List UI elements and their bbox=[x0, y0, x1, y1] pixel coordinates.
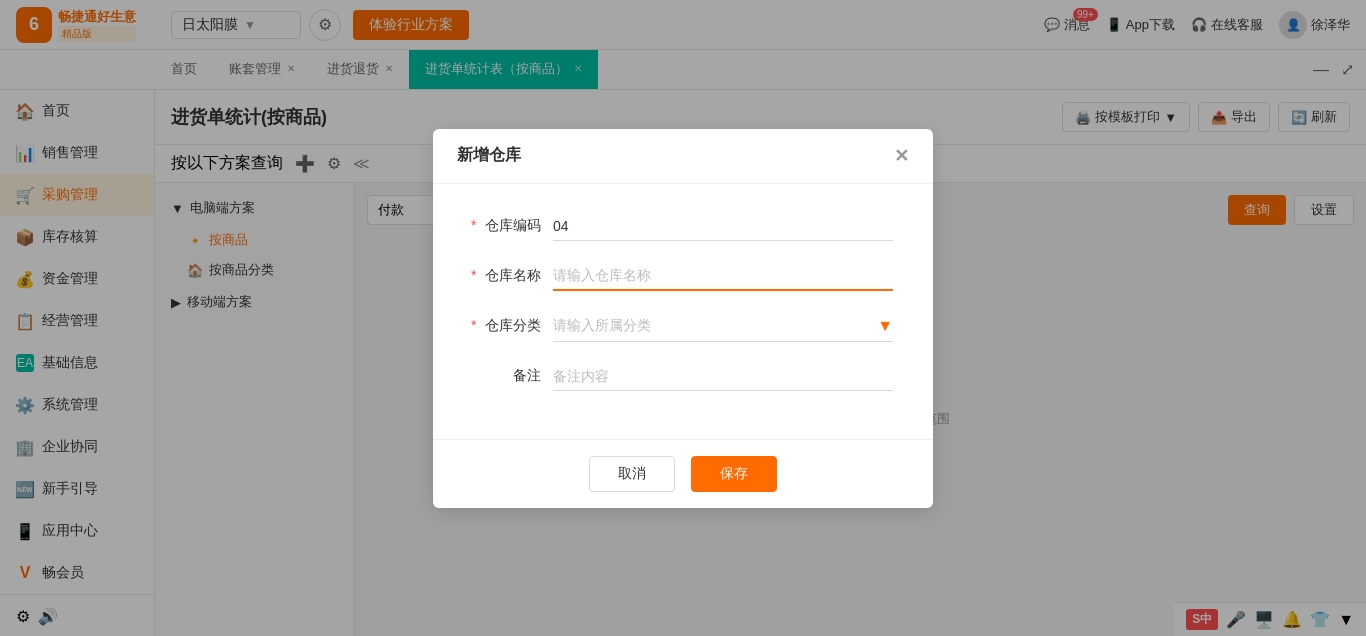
category-placeholder: 请输入所属分类 bbox=[553, 317, 651, 335]
form-row-category: 仓库分类 请输入所属分类 ▼ bbox=[473, 311, 893, 342]
category-arrow-icon: ▼ bbox=[877, 317, 893, 335]
category-label: 仓库分类 bbox=[473, 317, 553, 335]
warehouse-code-input[interactable] bbox=[553, 212, 893, 241]
warehouse-category-select[interactable]: 请输入所属分类 ▼ bbox=[553, 311, 893, 342]
code-label: 仓库编码 bbox=[473, 217, 553, 235]
dialog-close-btn[interactable]: ✕ bbox=[894, 145, 909, 167]
cancel-btn[interactable]: 取消 bbox=[589, 456, 675, 492]
warehouse-name-input[interactable] bbox=[553, 261, 893, 291]
form-row-name: 仓库名称 bbox=[473, 261, 893, 291]
remark-label: 备注 bbox=[473, 367, 553, 385]
modal-overlay: 新增仓库 ✕ 仓库编码 仓库名称 仓库分类 请输入所属分类 ▼ bbox=[0, 0, 1366, 636]
add-warehouse-dialog: 新增仓库 ✕ 仓库编码 仓库名称 仓库分类 请输入所属分类 ▼ bbox=[433, 129, 933, 508]
form-row-code: 仓库编码 bbox=[473, 212, 893, 241]
name-label: 仓库名称 bbox=[473, 267, 553, 285]
remark-input[interactable] bbox=[553, 362, 893, 391]
dialog-title: 新增仓库 bbox=[457, 145, 521, 166]
dialog-body: 仓库编码 仓库名称 仓库分类 请输入所属分类 ▼ 备注 bbox=[433, 184, 933, 439]
form-row-remark: 备注 bbox=[473, 362, 893, 391]
dialog-footer: 取消 保存 bbox=[433, 439, 933, 508]
dialog-header: 新增仓库 ✕ bbox=[433, 129, 933, 184]
save-btn[interactable]: 保存 bbox=[691, 456, 777, 492]
